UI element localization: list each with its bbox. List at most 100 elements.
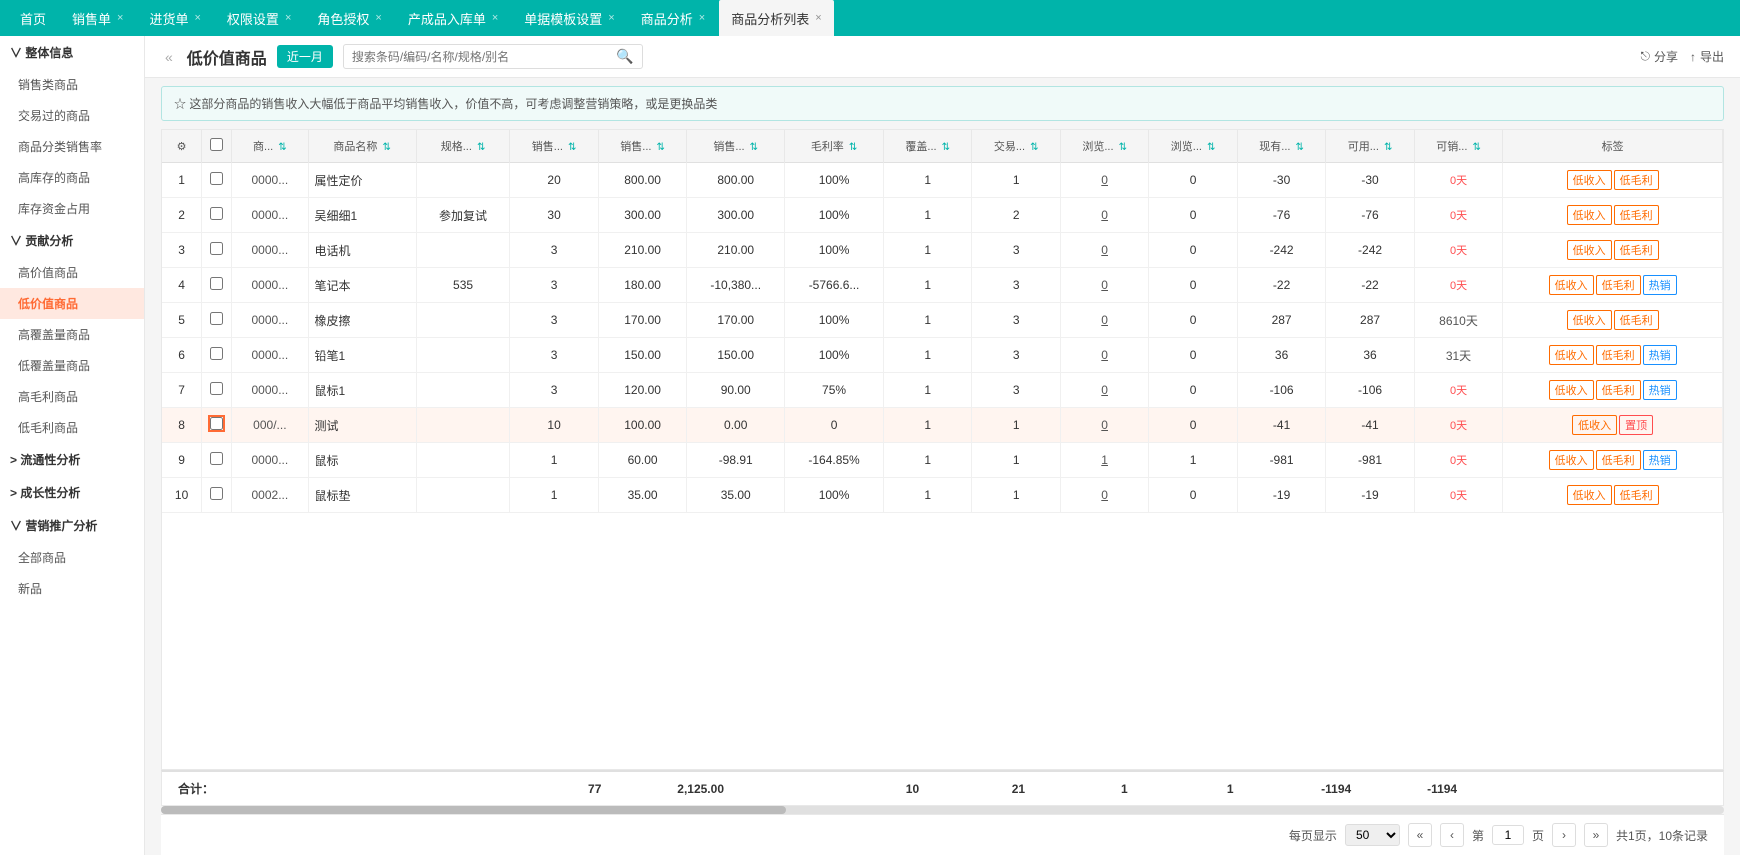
nav-role-close[interactable]: × xyxy=(375,12,381,24)
first-page-button[interactable]: « xyxy=(1408,823,1432,847)
nav-goods-analysis-close[interactable]: × xyxy=(699,12,705,24)
nav-purchase[interactable]: 进货单 × xyxy=(137,0,212,36)
row-checkbox[interactable] xyxy=(210,172,223,185)
th-sales2[interactable]: 销售... ⇅ xyxy=(598,130,686,163)
time-filter-button[interactable]: 近一月 xyxy=(277,45,333,68)
td-checkbox[interactable] xyxy=(202,443,232,478)
td-browse1[interactable]: 0 xyxy=(1060,163,1148,198)
nav-template-close[interactable]: × xyxy=(608,12,614,24)
th-name[interactable]: 商品名称 ⇅ xyxy=(308,130,416,163)
td-checkbox[interactable] xyxy=(202,198,232,233)
row-checkbox[interactable] xyxy=(210,277,223,290)
nav-permission[interactable]: 权限设置 × xyxy=(215,0,303,36)
row-checkbox[interactable] xyxy=(210,312,223,325)
row-checkbox[interactable] xyxy=(210,207,223,220)
export-button[interactable]: ↑ 导出 xyxy=(1690,48,1724,65)
td-browse1[interactable]: 0 xyxy=(1060,338,1148,373)
td-browse1[interactable]: 0 xyxy=(1060,268,1148,303)
th-sales3[interactable]: 销售... ⇅ xyxy=(687,130,785,163)
sidebar-item-traded-goods[interactable]: 交易过的商品 xyxy=(0,100,144,131)
nav-home[interactable]: 首页 xyxy=(8,0,58,36)
sidebar-group-marketing[interactable]: ∨ 营销推广分析 xyxy=(0,509,144,542)
share-button[interactable]: ⎋ 分享 xyxy=(1640,48,1678,65)
sidebar-item-low-value[interactable]: 低价值商品 xyxy=(0,288,144,319)
th-tags[interactable]: 标签 xyxy=(1503,130,1723,163)
sidebar-item-all-goods[interactable]: 全部商品 xyxy=(0,542,144,573)
th-browse2[interactable]: 浏览... ⇅ xyxy=(1149,130,1237,163)
nav-template[interactable]: 单据模板设置 × xyxy=(512,0,626,36)
row-checkbox[interactable] xyxy=(210,417,223,430)
search-input[interactable] xyxy=(352,50,617,64)
row-checkbox[interactable] xyxy=(210,242,223,255)
sidebar-item-high-coverage[interactable]: 高覆盖量商品 xyxy=(0,319,144,350)
browse1-link[interactable]: 0 xyxy=(1101,418,1108,432)
sidebar-group-circulation[interactable]: > 流通性分析 xyxy=(0,443,144,476)
th-checkbox[interactable] xyxy=(202,130,232,163)
nav-product-in[interactable]: 产成品入库单 × xyxy=(396,0,510,36)
row-checkbox[interactable] xyxy=(210,347,223,360)
td-checkbox[interactable] xyxy=(202,478,232,513)
th-available[interactable]: 可用... ⇅ xyxy=(1326,130,1414,163)
browse1-link[interactable]: 0 xyxy=(1101,208,1108,222)
th-trades[interactable]: 交易... ⇅ xyxy=(972,130,1060,163)
browse1-link[interactable]: 0 xyxy=(1101,313,1108,327)
td-checkbox[interactable] xyxy=(202,408,232,443)
next-page-button[interactable]: › xyxy=(1552,823,1576,847)
last-page-button[interactable]: » xyxy=(1584,823,1608,847)
td-checkbox[interactable] xyxy=(202,338,232,373)
td-browse1[interactable]: 1 xyxy=(1060,443,1148,478)
row-checkbox[interactable] xyxy=(210,452,223,465)
th-settings[interactable]: ⚙ xyxy=(162,130,202,163)
td-checkbox[interactable] xyxy=(202,233,232,268)
td-checkbox[interactable] xyxy=(202,163,232,198)
th-saleable[interactable]: 可销... ⇅ xyxy=(1414,130,1502,163)
sidebar-group-contribution[interactable]: ∨ 贡献分析 xyxy=(0,224,144,257)
browse1-link[interactable]: 1 xyxy=(1101,453,1108,467)
select-all-checkbox[interactable] xyxy=(210,138,223,151)
th-current[interactable]: 现有... ⇅ xyxy=(1237,130,1325,163)
td-browse1[interactable]: 0 xyxy=(1060,478,1148,513)
td-browse1[interactable]: 0 xyxy=(1060,198,1148,233)
collapse-button[interactable]: « xyxy=(161,45,177,69)
browse1-link[interactable]: 0 xyxy=(1101,348,1108,362)
data-table-container[interactable]: ⚙ 商... ⇅ 商品名称 ⇅ 规格... ⇅ 销售... ⇅ 销售... ⇅ … xyxy=(161,129,1724,770)
prev-page-button[interactable]: ‹ xyxy=(1440,823,1464,847)
th-sales1[interactable]: 销售... ⇅ xyxy=(510,130,598,163)
nav-purchase-close[interactable]: × xyxy=(194,12,200,24)
sidebar-item-high-value[interactable]: 高价值商品 xyxy=(0,257,144,288)
th-browse1[interactable]: 浏览... ⇅ xyxy=(1060,130,1148,163)
th-spec[interactable]: 规格... ⇅ xyxy=(416,130,510,163)
row-checkbox[interactable] xyxy=(210,382,223,395)
th-coverage[interactable]: 覆盖... ⇅ xyxy=(883,130,971,163)
page-number-input[interactable] xyxy=(1492,825,1524,845)
nav-goods-list[interactable]: 商品分析列表 × xyxy=(719,0,833,36)
page-size-select[interactable]: 50 100 200 xyxy=(1345,824,1400,846)
nav-sales[interactable]: 销售单 × xyxy=(60,0,135,36)
nav-sales-close[interactable]: × xyxy=(117,12,123,24)
sidebar-item-low-profit[interactable]: 低毛利商品 xyxy=(0,412,144,443)
sidebar-item-low-coverage[interactable]: 低覆盖量商品 xyxy=(0,350,144,381)
th-code[interactable]: 商... ⇅ xyxy=(232,130,308,163)
nav-role[interactable]: 角色授权 × xyxy=(305,0,393,36)
nav-goods-list-close[interactable]: × xyxy=(815,12,821,24)
row-checkbox[interactable] xyxy=(210,487,223,500)
browse1-link[interactable]: 0 xyxy=(1101,173,1108,187)
td-checkbox[interactable] xyxy=(202,373,232,408)
nav-permission-close[interactable]: × xyxy=(285,12,291,24)
td-browse1[interactable]: 0 xyxy=(1060,408,1148,443)
sidebar-item-stock-capital[interactable]: 库存资金占用 xyxy=(0,193,144,224)
sidebar-item-new-goods[interactable]: 新品 xyxy=(0,573,144,604)
browse1-link[interactable]: 0 xyxy=(1101,488,1108,502)
td-browse1[interactable]: 0 xyxy=(1060,373,1148,408)
th-gross-rate[interactable]: 毛利率 ⇅ xyxy=(785,130,884,163)
sidebar-item-sales-goods[interactable]: 销售类商品 xyxy=(0,69,144,100)
sidebar-group-growth[interactable]: > 成长性分析 xyxy=(0,476,144,509)
nav-goods-analysis[interactable]: 商品分析 × xyxy=(629,0,717,36)
td-browse1[interactable]: 0 xyxy=(1060,233,1148,268)
browse1-link[interactable]: 0 xyxy=(1101,243,1108,257)
sidebar-item-high-stock[interactable]: 高库存的商品 xyxy=(0,162,144,193)
nav-product-in-close[interactable]: × xyxy=(492,12,498,24)
browse1-link[interactable]: 0 xyxy=(1101,278,1108,292)
browse1-link[interactable]: 0 xyxy=(1101,383,1108,397)
td-checkbox[interactable] xyxy=(202,303,232,338)
